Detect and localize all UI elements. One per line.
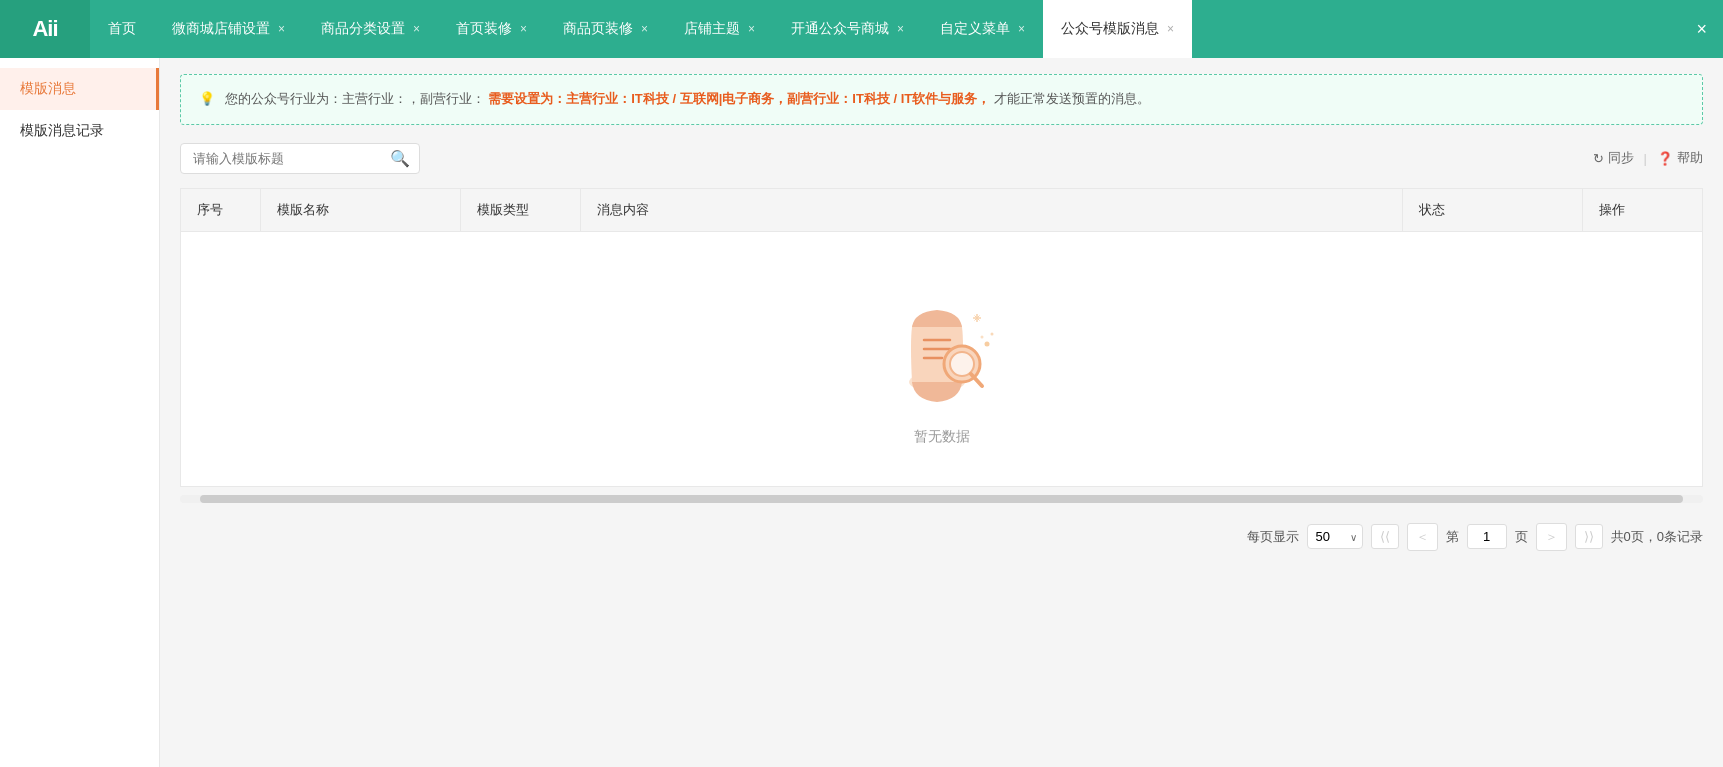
nav-item-template-msg[interactable]: 公众号模版消息 × bbox=[1043, 0, 1192, 58]
page-suffix: 页 bbox=[1515, 528, 1528, 546]
close-all-button[interactable]: × bbox=[1696, 19, 1707, 40]
empty-text: 暂无数据 bbox=[181, 428, 1702, 446]
search-input[interactable] bbox=[180, 143, 420, 174]
prev-page-button[interactable]: ＜ bbox=[1407, 523, 1438, 551]
nav-label-home: 首页 bbox=[108, 20, 136, 38]
nav-label-open-wechat: 开通公众号商城 bbox=[791, 20, 889, 38]
nav-item-shop-theme[interactable]: 店铺主题 × bbox=[666, 0, 773, 58]
notice-icon: 💡 bbox=[199, 91, 215, 106]
search-bar: 🔍 ↻ 同步 | ❓ 帮助 bbox=[180, 143, 1703, 174]
empty-state: 暂无数据 bbox=[181, 232, 1702, 486]
horizontal-scrollbar[interactable] bbox=[180, 495, 1703, 503]
nav-item-product-category[interactable]: 商品分类设置 × bbox=[303, 0, 438, 58]
page-size-select[interactable]: 10 20 50 100 bbox=[1307, 524, 1363, 549]
svg-point-11 bbox=[984, 341, 989, 346]
close-icon-custom-menu[interactable]: × bbox=[1018, 22, 1025, 36]
help-icon: ❓ bbox=[1657, 151, 1673, 166]
sidebar-item-template-record[interactable]: 模版消息记录 bbox=[0, 110, 159, 152]
nav-label-shop-theme: 店铺主题 bbox=[684, 20, 740, 38]
page-size-wrap: 10 20 50 100 bbox=[1307, 524, 1363, 549]
close-icon-shop-theme[interactable]: × bbox=[748, 22, 755, 36]
last-page-button[interactable]: ⟩⟩ bbox=[1575, 524, 1603, 549]
page-label: 第 bbox=[1446, 528, 1459, 546]
search-icon[interactable]: 🔍 bbox=[390, 149, 410, 168]
sync-label: 同步 bbox=[1608, 149, 1634, 167]
close-icon-product-page[interactable]: × bbox=[641, 22, 648, 36]
first-page-button[interactable]: ⟨⟨ bbox=[1371, 524, 1399, 549]
col-header-name: 模版名称 bbox=[261, 188, 461, 231]
notice-suffix: 才能正常发送预置的消息。 bbox=[994, 91, 1150, 106]
search-input-wrap: 🔍 bbox=[180, 143, 420, 174]
sidebar-item-template-msg[interactable]: 模版消息 bbox=[0, 68, 159, 110]
col-header-actions: 操作 bbox=[1583, 188, 1703, 231]
app-logo: Aii bbox=[0, 0, 90, 58]
nav-item-home[interactable]: 首页 bbox=[90, 0, 154, 58]
nav-label-home-decor: 首页装修 bbox=[456, 20, 512, 38]
total-info: 共0页，0条记录 bbox=[1611, 528, 1703, 546]
close-icon-home-decor[interactable]: × bbox=[520, 22, 527, 36]
data-table: 序号 模版名称 模版类型 消息内容 状态 操作 bbox=[180, 188, 1703, 487]
notice-box: 💡 您的公众号行业为：主营行业：，副营行业： 需要设置为：主营行业：IT科技 /… bbox=[180, 74, 1703, 125]
nav-item-home-decor[interactable]: 首页装修 × bbox=[438, 0, 545, 58]
nav-item-open-wechat[interactable]: 开通公众号商城 × bbox=[773, 0, 922, 58]
scroll-thumb[interactable] bbox=[200, 495, 1683, 503]
close-icon-weshop[interactable]: × bbox=[278, 22, 285, 36]
col-header-content: 消息内容 bbox=[581, 188, 1403, 231]
nav-item-weshop[interactable]: 微商城店铺设置 × bbox=[154, 0, 303, 58]
content-area: 💡 您的公众号行业为：主营行业：，副营行业： 需要设置为：主营行业：IT科技 /… bbox=[160, 58, 1723, 767]
sidebar: 模版消息 模版消息记录 bbox=[0, 58, 160, 767]
close-icon-open-wechat[interactable]: × bbox=[897, 22, 904, 36]
nav-label-product-category: 商品分类设置 bbox=[321, 20, 405, 38]
top-navigation: Aii 首页 微商城店铺设置 × 商品分类设置 × 首页装修 × 商品页装修 ×… bbox=[0, 0, 1723, 58]
close-icon-template-msg[interactable]: × bbox=[1167, 22, 1174, 36]
page-number-input[interactable] bbox=[1467, 524, 1507, 549]
help-button[interactable]: ❓ 帮助 bbox=[1657, 149, 1703, 167]
notice-highlight: 需要设置为：主营行业：IT科技 / 互联网|电子商务，副营行业：IT科技 / I… bbox=[488, 91, 990, 106]
sync-button[interactable]: ↻ 同步 bbox=[1593, 149, 1634, 167]
toolbar-divider: | bbox=[1644, 151, 1647, 166]
page-size-label: 每页显示 bbox=[1247, 528, 1299, 546]
svg-point-12 bbox=[990, 332, 993, 335]
svg-point-13 bbox=[980, 335, 983, 338]
help-label: 帮助 bbox=[1677, 149, 1703, 167]
close-icon-product-category[interactable]: × bbox=[413, 22, 420, 36]
empty-illustration bbox=[882, 292, 1002, 412]
nav-item-custom-menu[interactable]: 自定义菜单 × bbox=[922, 0, 1043, 58]
toolbar-right: ↻ 同步 | ❓ 帮助 bbox=[1593, 149, 1703, 167]
table-empty-row: 暂无数据 bbox=[181, 231, 1703, 486]
nav-label-weshop: 微商城店铺设置 bbox=[172, 20, 270, 38]
table-header-row: 序号 模版名称 模版类型 消息内容 状态 操作 bbox=[181, 188, 1703, 231]
nav-label-template-msg: 公众号模版消息 bbox=[1061, 20, 1159, 38]
nav-label-product-page: 商品页装修 bbox=[563, 20, 633, 38]
col-header-index: 序号 bbox=[181, 188, 261, 231]
nav-item-product-page[interactable]: 商品页装修 × bbox=[545, 0, 666, 58]
empty-svg bbox=[882, 292, 1002, 412]
main-layout: 模版消息 模版消息记录 💡 您的公众号行业为：主营行业：，副营行业： 需要设置为… bbox=[0, 58, 1723, 767]
pagination: 每页显示 10 20 50 100 ⟨⟨ ＜ 第 页 ＞ ⟩⟩ 共0页，0条记录 bbox=[180, 511, 1703, 555]
col-header-type: 模版类型 bbox=[461, 188, 581, 231]
notice-prefix: 您的公众号行业为：主营行业：，副营行业： bbox=[225, 91, 485, 106]
sync-icon: ↻ bbox=[1593, 151, 1604, 166]
nav-label-custom-menu: 自定义菜单 bbox=[940, 20, 1010, 38]
next-page-button[interactable]: ＞ bbox=[1536, 523, 1567, 551]
col-header-status: 状态 bbox=[1403, 188, 1583, 231]
